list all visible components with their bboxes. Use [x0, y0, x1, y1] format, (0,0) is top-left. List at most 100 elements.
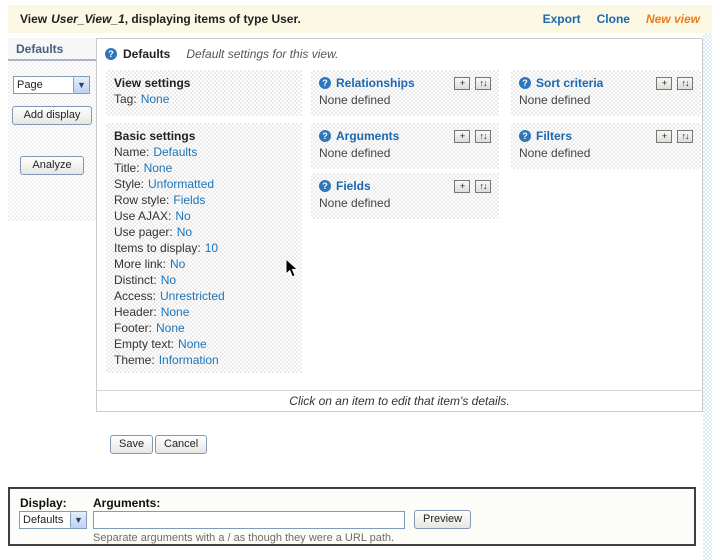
help-icon[interactable]: ? [319, 77, 331, 89]
setting-row: More link: No [114, 256, 294, 272]
setting-value-link[interactable]: Defaults [153, 145, 197, 159]
setting-value-link[interactable]: Fields [173, 193, 205, 207]
view-settings-title: View settings [114, 76, 191, 90]
basic-settings-title: Basic settings [114, 129, 196, 143]
setting-row: Header: None [114, 304, 294, 320]
relationships-box: ? Relationships + ↑↓ None defined [311, 70, 499, 116]
page-title: View User_View_1, displaying items of typ… [20, 12, 301, 26]
header-links: Export Clone New view [543, 12, 700, 26]
setting-value-link[interactable]: None [141, 92, 170, 106]
setting-row: Footer: None [114, 320, 294, 336]
rearrange-sorts-button[interactable]: ↑↓ [677, 76, 693, 90]
setting-label: Header: [114, 305, 157, 319]
view-header-bar: View User_View_1, displaying items of typ… [8, 5, 712, 33]
setting-value-link[interactable]: None [178, 337, 207, 351]
setting-label: More link: [114, 257, 167, 271]
setting-row: Row style: Fields [114, 192, 294, 208]
rearrange-filters-button[interactable]: ↑↓ [677, 129, 693, 143]
relationships-title-link[interactable]: Relationships [336, 76, 415, 90]
fields-empty-text: None defined [319, 196, 391, 210]
preview-panel: Display: Arguments: Defaults ▼ Preview S… [8, 487, 696, 546]
setting-row: Title: None [114, 160, 294, 176]
setting-label: Row style: [114, 193, 170, 207]
new-view-link[interactable]: New view [646, 12, 700, 26]
filters-box: ? Filters + ↑↓ None defined [511, 123, 701, 169]
help-icon[interactable]: ? [319, 130, 331, 142]
setting-value-link[interactable]: Information [159, 353, 219, 367]
arguments-help-text: Separate arguments with a / as though th… [93, 532, 395, 544]
add-argument-button[interactable]: + [454, 129, 470, 143]
setting-row: Use AJAX: No [114, 208, 294, 224]
setting-row: Empty text: None [114, 336, 294, 352]
section-title: Defaults [123, 47, 171, 61]
setting-label: Use pager: [114, 225, 173, 239]
display-sidebar: Defaults Page ▼ Add display Analyze [8, 38, 96, 221]
setting-label: Distinct: [114, 273, 157, 287]
add-sort-button[interactable]: + [656, 76, 672, 90]
add-filter-button[interactable]: + [656, 129, 672, 143]
setting-value-link[interactable]: Unrestricted [160, 289, 225, 303]
add-display-button[interactable]: Add display [12, 106, 92, 125]
arguments-input[interactable] [93, 511, 405, 529]
rearrange-fields-button[interactable]: ↑↓ [475, 179, 491, 193]
setting-label: Access: [114, 289, 157, 303]
setting-row: Style: Unformatted [114, 176, 294, 192]
setting-value-link[interactable]: No [177, 225, 192, 239]
view-name: User_View_1 [51, 12, 125, 26]
help-icon[interactable]: ? [105, 48, 117, 60]
tab-defaults[interactable]: Defaults [8, 38, 96, 61]
setting-row: Theme: Information [114, 352, 294, 368]
page-background-strip [703, 25, 712, 560]
rearrange-relationships-button[interactable]: ↑↓ [475, 76, 491, 90]
setting-label: Use AJAX: [114, 209, 172, 223]
preview-display-select-value: Defaults [23, 514, 64, 526]
sort-criteria-box: ? Sort criteria + ↑↓ None defined [511, 70, 701, 116]
setting-label: Footer: [114, 321, 153, 335]
chevron-down-icon: ▼ [70, 512, 86, 528]
setting-value-link[interactable]: 10 [205, 241, 218, 255]
add-relationship-button[interactable]: + [454, 76, 470, 90]
chevron-down-icon: ▼ [73, 77, 89, 93]
fields-title-link[interactable]: Fields [336, 179, 371, 193]
arguments-label: Arguments: [93, 496, 161, 510]
setting-label: Tag: [114, 92, 137, 106]
help-icon[interactable]: ? [519, 130, 531, 142]
display-type-select[interactable]: Page ▼ [13, 76, 90, 94]
setting-row: Distinct: No [114, 272, 294, 288]
setting-value-link[interactable]: No [170, 257, 185, 271]
save-button[interactable]: Save [110, 435, 154, 454]
help-icon[interactable]: ? [319, 180, 331, 192]
preview-button[interactable]: Preview [414, 510, 472, 529]
arguments-title-link[interactable]: Arguments [336, 129, 399, 143]
display-label: Display: [20, 496, 67, 510]
export-link[interactable]: Export [543, 12, 581, 26]
title-suffix: , displaying items of type User. [124, 12, 301, 26]
setting-row: Tag: None [114, 91, 294, 107]
setting-value-link[interactable]: Unformatted [148, 177, 214, 191]
setting-value-link[interactable]: None [156, 321, 185, 335]
setting-row: Use pager: No [114, 224, 294, 240]
edit-hint-text: Click on an item to edit that item's det… [97, 390, 702, 411]
rearrange-arguments-button[interactable]: ↑↓ [475, 129, 491, 143]
sort-criteria-title-link[interactable]: Sort criteria [536, 76, 603, 90]
analyze-button[interactable]: Analyze [20, 156, 84, 175]
section-subtitle: Default settings for this view. [186, 47, 339, 61]
setting-value-link[interactable]: No [175, 209, 190, 223]
add-field-button[interactable]: + [454, 179, 470, 193]
setting-value-link[interactable]: None [161, 305, 190, 319]
setting-label: Theme: [114, 353, 155, 367]
preview-display-select[interactable]: Defaults ▼ [19, 511, 87, 529]
relationships-empty-text: None defined [319, 93, 391, 107]
defaults-section-header: ? Defaults Default settings for this vie… [105, 47, 338, 61]
cancel-button[interactable]: Cancel [155, 435, 208, 454]
fields-box: ? Fields + ↑↓ None defined [311, 173, 499, 219]
display-type-select-value: Page [17, 79, 43, 91]
clone-link[interactable]: Clone [597, 12, 630, 26]
setting-value-link[interactable]: None [144, 161, 173, 175]
filters-title-link[interactable]: Filters [536, 129, 572, 143]
help-icon[interactable]: ? [519, 77, 531, 89]
setting-value-link[interactable]: No [161, 273, 176, 287]
setting-label: Title: [114, 161, 140, 175]
setting-label: Style: [114, 177, 145, 191]
view-settings-box: View settings Tag: None [106, 70, 302, 116]
